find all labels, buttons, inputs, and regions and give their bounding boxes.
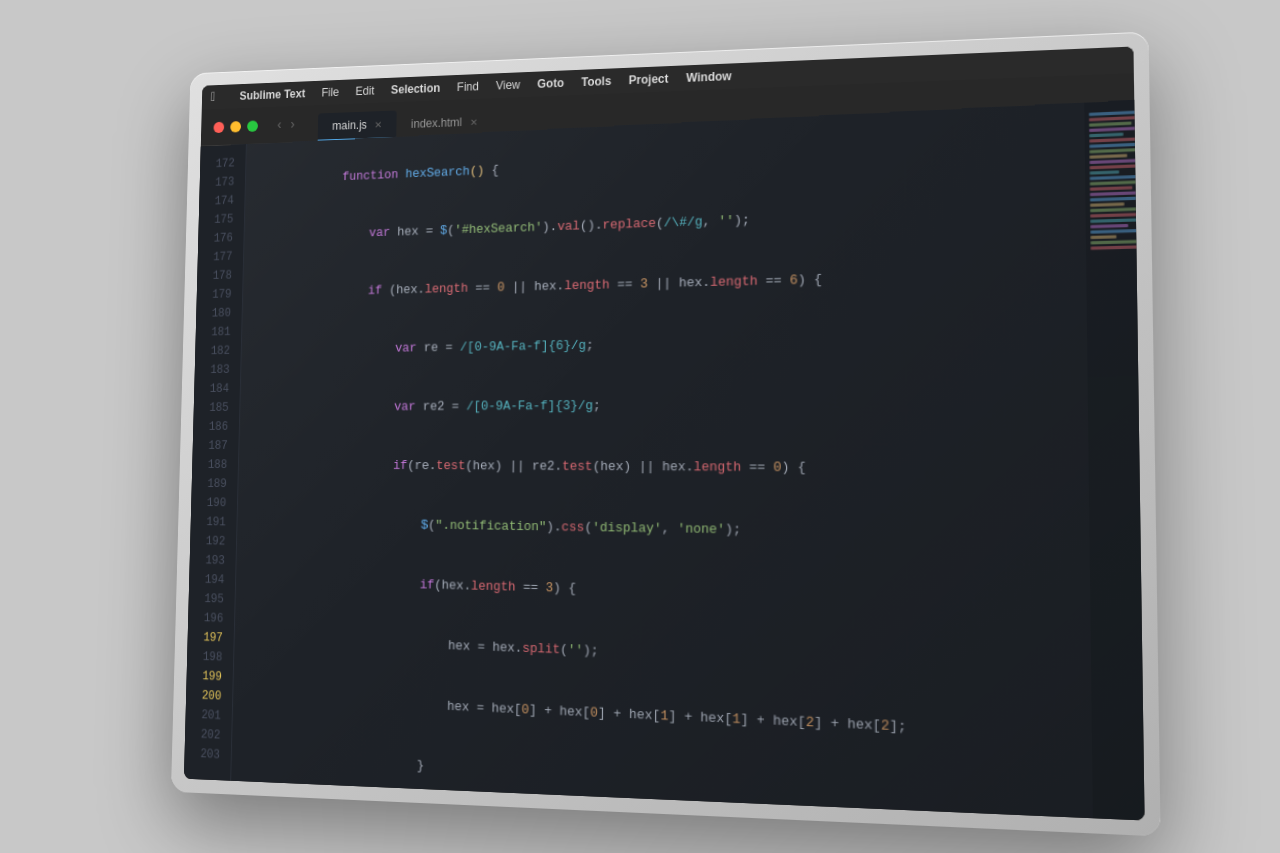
- laptop:  Sublime Text File Edit Selection Find …: [171, 31, 1161, 836]
- tab-index-html-label: index.html: [411, 115, 462, 130]
- line-num-200: 200: [202, 686, 222, 706]
- line-num-190: 190: [207, 493, 227, 512]
- line-num-202: 202: [201, 724, 221, 745]
- tab-main-js-close[interactable]: ✕: [374, 119, 382, 130]
- line-num-179: 179: [212, 285, 232, 304]
- maximize-window-button[interactable]: [247, 119, 258, 131]
- line-num-195: 195: [204, 589, 224, 609]
- menu-edit[interactable]: Edit: [355, 84, 374, 98]
- minimap-line: [1090, 202, 1124, 206]
- minimap-line: [1090, 223, 1128, 227]
- line-num-182: 182: [211, 341, 231, 360]
- forward-arrow-icon[interactable]: ›: [288, 116, 296, 131]
- line-num-198: 198: [203, 647, 223, 667]
- line-num-197: 197: [203, 627, 223, 647]
- line-num-187: 187: [208, 436, 228, 455]
- minimap-line: [1089, 132, 1123, 137]
- line-num-203: 203: [200, 744, 220, 765]
- minimap-line: [1090, 207, 1137, 212]
- minimap: [1084, 97, 1144, 820]
- line-num-189: 189: [207, 474, 227, 493]
- menu-selection[interactable]: Selection: [391, 81, 441, 96]
- line-num-196: 196: [204, 608, 224, 628]
- line-num-193: 193: [205, 550, 225, 570]
- minimap-line: [1090, 217, 1144, 222]
- line-num-191: 191: [206, 512, 226, 531]
- apple-logo-icon: : [211, 89, 219, 104]
- minimap-line: [1090, 235, 1116, 239]
- minimap-line: [1090, 163, 1145, 169]
- minimap-line: [1090, 174, 1145, 180]
- tab-index-html-close[interactable]: ✕: [469, 116, 477, 127]
- menu-project[interactable]: Project: [629, 71, 669, 86]
- traffic-lights: [213, 119, 258, 132]
- line-num-186: 186: [209, 417, 229, 436]
- tab-main-js-label: main.js: [332, 118, 367, 132]
- minimap-line: [1090, 196, 1145, 201]
- menu-view[interactable]: View: [496, 78, 521, 92]
- line-num-185: 185: [209, 398, 229, 417]
- line-num-199: 199: [202, 666, 222, 686]
- minimap-line: [1090, 158, 1145, 163]
- line-num-201: 201: [201, 705, 221, 725]
- line-num-181: 181: [211, 322, 231, 341]
- line-num-177: 177: [213, 247, 233, 266]
- editor: 172 173 174 175 176 177 178 179 180 181 …: [184, 97, 1145, 820]
- line-num-192: 192: [206, 531, 226, 551]
- minimap-line: [1089, 142, 1136, 147]
- code-line-179: var re2 = /[0-9A-Fa-f]{3}/g;: [254, 371, 1069, 436]
- menu-sublime-text[interactable]: Sublime Text: [239, 86, 305, 102]
- minimap-line: [1090, 170, 1120, 174]
- minimap-line: [1091, 239, 1145, 244]
- close-window-button[interactable]: [213, 121, 224, 132]
- minimap-line: [1089, 121, 1131, 126]
- menu-window[interactable]: Window: [686, 69, 732, 85]
- line-num-176: 176: [213, 228, 233, 247]
- minimap-line: [1089, 126, 1144, 132]
- screen-bezel:  Sublime Text File Edit Selection Find …: [184, 46, 1145, 820]
- minimap-line: [1090, 186, 1133, 191]
- minimap-line: [1089, 110, 1140, 116]
- minimap-line: [1089, 153, 1127, 158]
- code-editor-wrapper[interactable]: function hexSearch() { var hex = $('#hex…: [231, 97, 1144, 820]
- line-num-180: 180: [211, 303, 231, 322]
- minimap-line: [1090, 212, 1144, 217]
- menu-find[interactable]: Find: [457, 79, 479, 93]
- line-num-173: 173: [215, 172, 235, 191]
- line-num-183: 183: [210, 360, 230, 379]
- minimap-line: [1090, 191, 1141, 196]
- minimap-line: [1089, 147, 1144, 153]
- minimize-window-button[interactable]: [230, 120, 241, 132]
- line-num-172: 172: [215, 154, 235, 173]
- back-arrow-icon[interactable]: ‹: [276, 117, 284, 132]
- code-area[interactable]: function hexSearch() { var hex = $('#hex…: [231, 102, 1093, 820]
- nav-arrows: ‹ ›: [276, 116, 297, 132]
- code-line-181: if(re.test(hex) || re2.test(hex) || hex.…: [253, 436, 1070, 502]
- menu-tools[interactable]: Tools: [581, 74, 611, 89]
- menu-file[interactable]: File: [321, 85, 339, 99]
- line-num-194: 194: [205, 570, 225, 590]
- line-num-178: 178: [212, 266, 232, 285]
- minimap-line: [1091, 245, 1138, 250]
- line-num-175: 175: [214, 210, 234, 229]
- line-num-184: 184: [210, 379, 230, 398]
- menu-goto[interactable]: Goto: [537, 76, 564, 91]
- line-num-188: 188: [208, 455, 228, 474]
- minimap-line: [1090, 228, 1144, 233]
- line-num-174: 174: [214, 191, 234, 210]
